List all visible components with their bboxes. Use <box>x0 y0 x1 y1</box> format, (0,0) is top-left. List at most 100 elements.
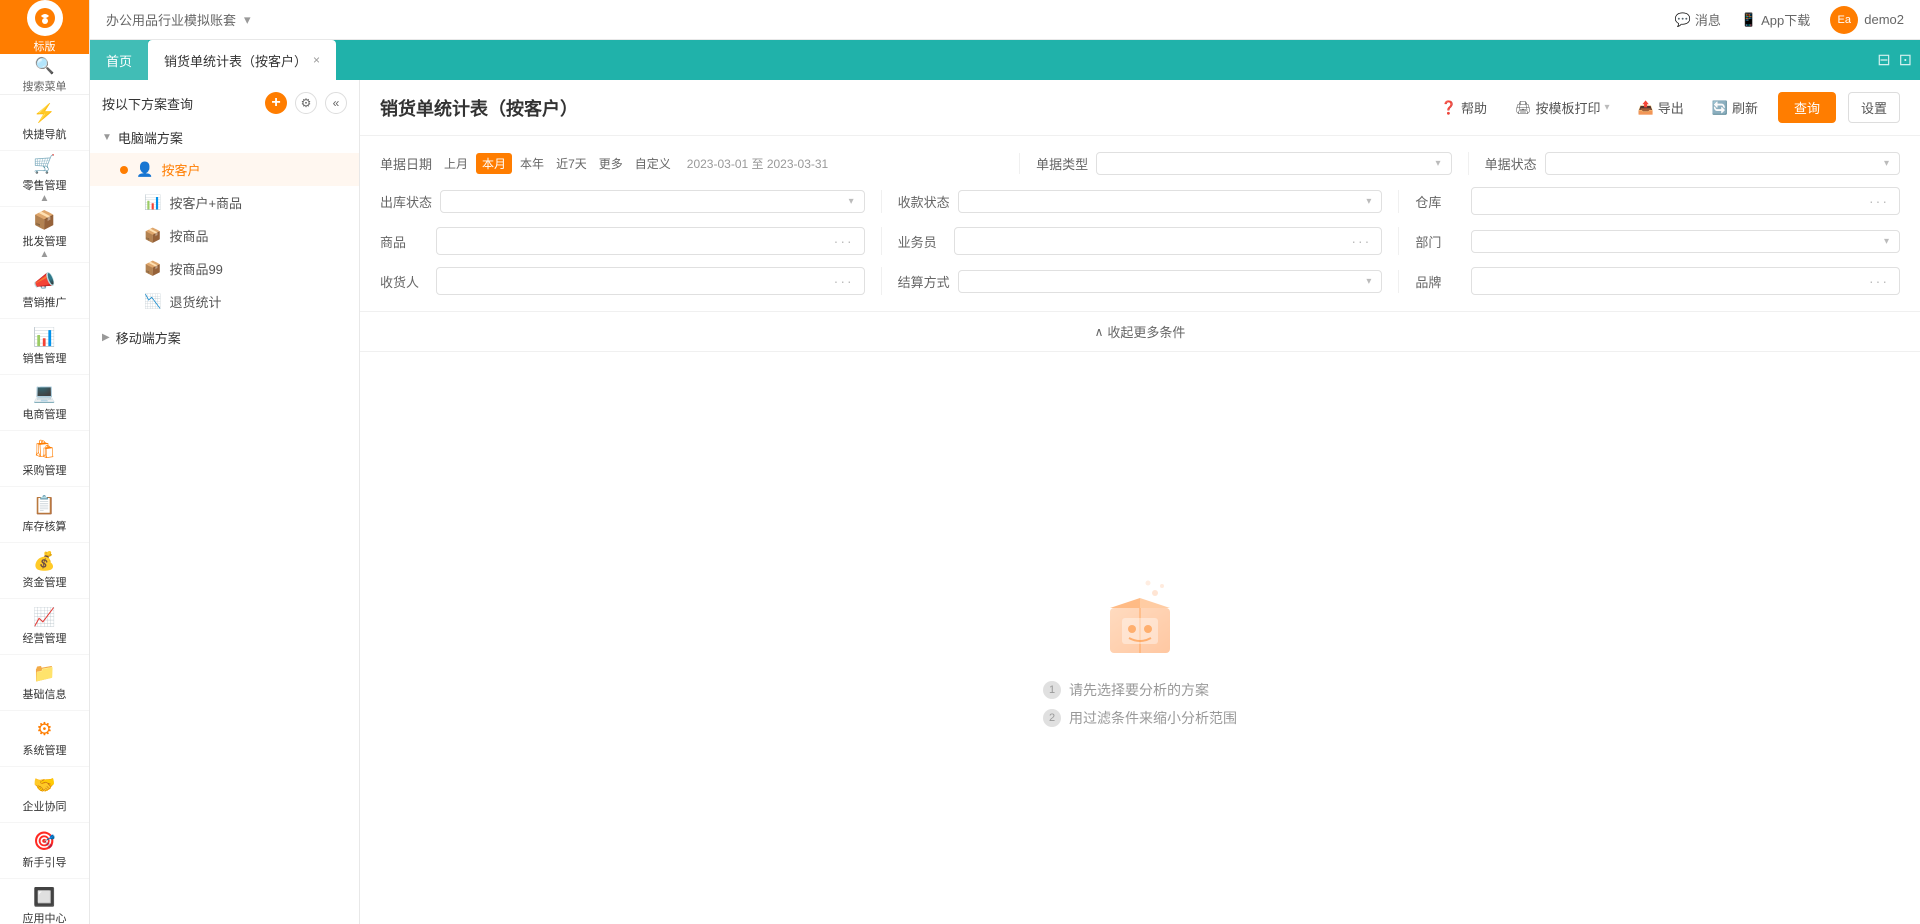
help-btn[interactable]: ❓ 帮助 <box>1433 94 1495 121</box>
user-profile[interactable]: Ea demo2 <box>1830 6 1904 34</box>
date-control: 上月 本月 本年 近7天 更多 自定义 2023-03-01 至 2023-03… <box>440 153 1003 174</box>
sales-icon: 📊 <box>33 327 55 348</box>
app-logo[interactable]: 标版 <box>0 0 90 54</box>
sidebar-item-system[interactable]: ⚙ 系统管理 <box>0 711 90 767</box>
filter-brand: 品牌 ··· <box>1415 267 1900 295</box>
export-label: 导出 <box>1658 98 1684 117</box>
filter-row-1: 单据日期 上月 本月 本年 近7天 更多 自定义 2023-03-01 至 20… <box>380 152 1900 175</box>
user-avatar: Ea <box>1830 6 1858 34</box>
empty-tips: 1 请先选择要分析的方案 2 用过滤条件来缩小分析范围 <box>1043 680 1237 728</box>
industry-dropdown-icon[interactable]: ▾ <box>244 12 251 28</box>
shipment-select[interactable]: ▾ <box>440 190 865 213</box>
settings-scheme-btn[interactable]: ⚙ <box>295 92 317 114</box>
page-actions: ❓ 帮助 🖨 按模板打印 ▾ 📤 导出 🔄 刷新 <box>1433 92 1900 123</box>
product-input[interactable]: ··· <box>436 227 865 255</box>
maximize-icon[interactable]: ⊡ <box>1899 50 1912 70</box>
filter-shipment: 出库状态 ▾ <box>380 190 882 213</box>
scheme-item-by-customer[interactable]: 👤 按客户 <box>90 153 359 186</box>
right-main: 销货单统计表（按客户） ❓ 帮助 🖨 按模板打印 ▾ 📤 导出 <box>360 80 1920 924</box>
panel-actions: + ⚙ « <box>265 92 347 114</box>
help-icon: ❓ <box>1441 100 1457 116</box>
sidebar-item-apps[interactable]: 🔲 应用中心 <box>0 879 90 924</box>
salesperson-label: 业务员 <box>898 232 946 251</box>
salesperson-dots: ··· <box>1351 233 1371 249</box>
sidebar-item-marketing[interactable]: 📣 营销推广 <box>0 263 90 319</box>
warehouse-input[interactable]: ··· <box>1471 187 1900 215</box>
department-label: 部门 <box>1415 232 1463 251</box>
custom-btn[interactable]: 自定义 <box>631 153 675 174</box>
search-menu-item[interactable]: 🔍 搜索菜单 <box>0 54 90 95</box>
salesperson-input[interactable]: ··· <box>954 227 1383 255</box>
last7-btn[interactable]: 近7天 <box>552 153 591 174</box>
query-btn[interactable]: 查询 <box>1778 92 1836 123</box>
sidebar-item-newguide[interactable]: 🎯 新手引导 <box>0 823 90 879</box>
sidebar-nav: ⚡ 快捷导航 🛒 零售管理 ▲ 📦 批发管理 ▲ 📣 营销推广 📊 销售管理 💻… <box>0 95 90 924</box>
tip-num-1: 1 <box>1043 681 1061 699</box>
department-control: ▾ <box>1471 230 1900 253</box>
sidebar-item-retail[interactable]: 🛒 零售管理 ▲ <box>0 151 90 207</box>
product-control: ··· <box>436 227 865 255</box>
receiver-label: 收货人 <box>380 272 428 291</box>
payment-select[interactable]: ▾ <box>958 190 1383 213</box>
sidebar-item-wholesale[interactable]: 📦 批发管理 ▲ <box>0 207 90 263</box>
app-download-btn[interactable]: 📱 App下载 <box>1741 10 1810 29</box>
sidebar-item-ecommerce[interactable]: 💻 电商管理 <box>0 375 90 431</box>
sidebar-item-basic[interactable]: 📁 基础信息 <box>0 655 90 711</box>
add-scheme-btn[interactable]: + <box>265 92 287 114</box>
sidebar-item-inventory[interactable]: 📋 库存核算 <box>0 487 90 543</box>
doc-status-arrow: ▾ <box>1884 158 1889 169</box>
salesperson-control: ··· <box>954 227 1383 255</box>
tab-close-btn[interactable]: × <box>313 53 320 67</box>
print-btn[interactable]: 🖨 按模板打印 ▾ <box>1507 94 1618 121</box>
export-icon: 📤 <box>1638 100 1654 116</box>
settings-btn[interactable]: 设置 <box>1848 92 1900 123</box>
sidebar-item-enterprise[interactable]: 🤝 企业协同 <box>0 767 90 823</box>
collapse-panel-btn[interactable]: « <box>325 92 347 114</box>
sidebar-item-sales[interactable]: 📊 销售管理 <box>0 319 90 375</box>
more-btn[interactable]: 更多 <box>595 153 627 174</box>
this-month-btn[interactable]: 本月 <box>476 153 512 174</box>
sidebar-item-finance[interactable]: 💰 资金管理 <box>0 543 90 599</box>
mobile-scheme-header[interactable]: ▶ 移动端方案 <box>90 322 359 353</box>
refresh-btn[interactable]: 🔄 刷新 <box>1704 94 1766 121</box>
download-icon: 📱 <box>1741 12 1757 28</box>
export-btn[interactable]: 📤 导出 <box>1630 94 1692 121</box>
department-select[interactable]: ▾ <box>1471 230 1900 253</box>
doc-type-select[interactable]: ▾ <box>1096 152 1451 175</box>
sidebar-item-business[interactable]: 📈 经营管理 <box>0 599 90 655</box>
collapse-up-icon: ∧ <box>1095 325 1104 339</box>
doc-status-label: 单据状态 <box>1485 154 1537 173</box>
filter-doc-type: 单据类型 ▾ <box>1036 152 1468 175</box>
date-label: 单据日期 <box>380 154 432 173</box>
desktop-scheme-header[interactable]: ▼ 电脑端方案 <box>90 122 359 153</box>
scheme-item-return-stats[interactable]: 📉 退货统计 <box>90 285 359 318</box>
tab-sales-stats[interactable]: 销货单统计表（按客户） × <box>148 40 336 80</box>
message-btn[interactable]: 💬 消息 <box>1675 10 1721 29</box>
doc-type-arrow: ▾ <box>1436 158 1441 169</box>
scheme-item-by-product99[interactable]: 📦 按商品99 <box>90 252 359 285</box>
last-month-btn[interactable]: 上月 <box>440 153 472 174</box>
mobile-scheme-label: 移动端方案 <box>116 328 181 347</box>
sidebar-item-purchase[interactable]: 🛍 采购管理 <box>0 431 90 487</box>
doc-status-select[interactable]: ▾ <box>1545 152 1900 175</box>
purchase-icon: 🛍 <box>33 439 56 460</box>
this-year-btn[interactable]: 本年 <box>516 153 548 174</box>
minimize-icon[interactable]: ⊟ <box>1877 50 1890 70</box>
payment-control: ▾ <box>958 190 1383 213</box>
basic-icon: 📁 <box>33 663 55 684</box>
date-shortcuts: 上月 本月 本年 近7天 更多 自定义 2023-03-01 至 2023-03… <box>440 153 1003 174</box>
collapse-bar[interactable]: ∧ 收起更多条件 <box>360 312 1920 352</box>
sidebar-item-quick[interactable]: ⚡ 快捷导航 <box>0 95 90 151</box>
scheme-item-customer-product[interactable]: 📊 按客户+商品 <box>90 186 359 219</box>
payment-label: 收款状态 <box>898 192 950 211</box>
scheme-item-by-product[interactable]: 📦 按商品 <box>90 219 359 252</box>
tab-home[interactable]: 首页 <box>90 40 148 80</box>
settlement-select[interactable]: ▾ <box>958 270 1383 293</box>
top-header: 办公用品行业模拟账套 ▾ 💬 消息 📱 App下载 Ea demo2 <box>90 0 1920 40</box>
brand-input[interactable]: ··· <box>1471 267 1900 295</box>
receiver-input[interactable]: ··· <box>436 267 865 295</box>
user-name: demo2 <box>1864 12 1904 27</box>
empty-state: 1 请先选择要分析的方案 2 用过滤条件来缩小分析范围 <box>360 352 1920 924</box>
receiver-control: ··· <box>436 267 865 295</box>
scheme-customer-product-label: 按客户+商品 <box>169 193 242 212</box>
